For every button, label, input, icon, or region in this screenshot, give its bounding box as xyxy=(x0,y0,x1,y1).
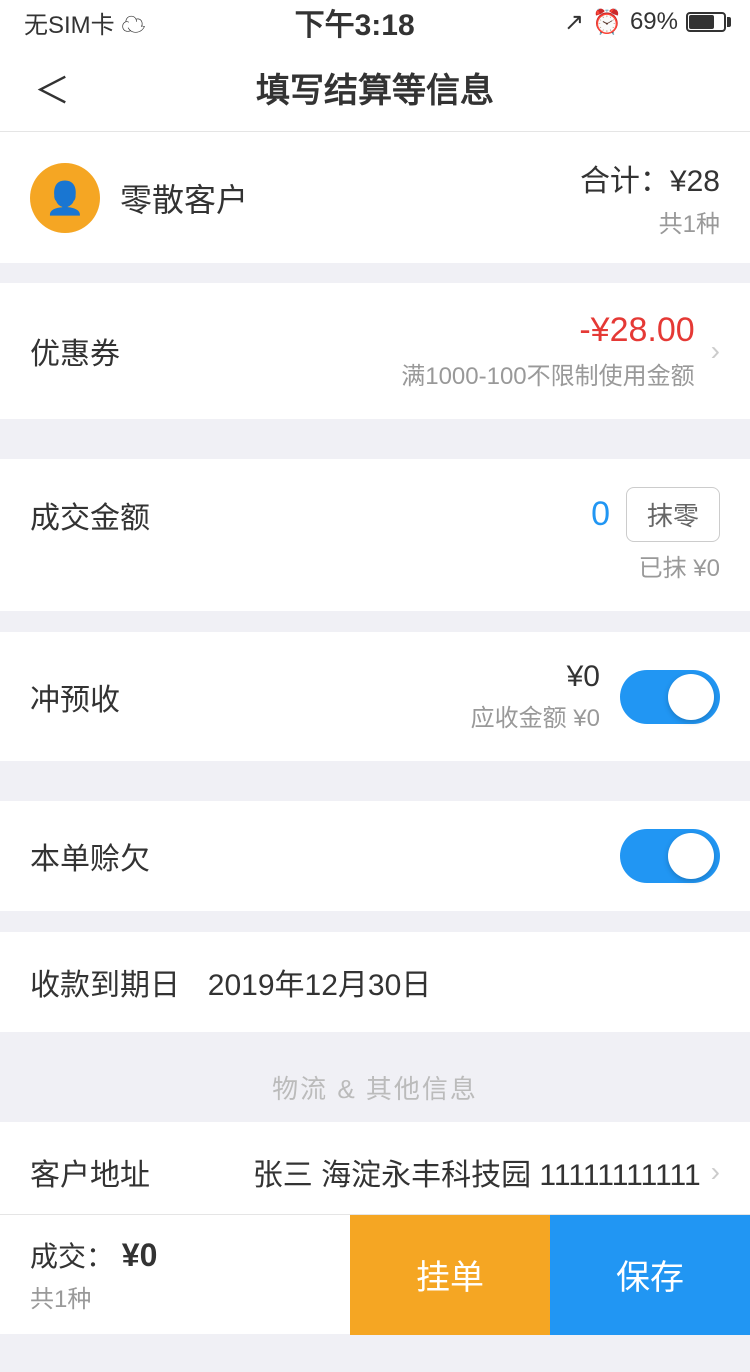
credit-toggle-knob xyxy=(668,833,714,879)
deal-amount-label: 成交金额 xyxy=(30,493,150,537)
total-amount: 合计：¥28 xyxy=(580,156,720,200)
status-time: 下午3:18 xyxy=(295,0,415,44)
status-left: 无SIM卡 ☁ xyxy=(24,5,145,40)
prepay-label: 冲预收 xyxy=(30,675,120,719)
coupon-row[interactable]: 优惠券 -¥28.00 满1000-100不限制使用金额 › xyxy=(0,283,750,419)
credit-label: 本单赊欠 xyxy=(30,834,150,878)
address-label: 客户地址 xyxy=(30,1150,150,1194)
nav-bar: ＜ 填写结算等信息 xyxy=(0,44,750,132)
coupon-section[interactable]: 优惠券 -¥28.00 满1000-100不限制使用金额 › xyxy=(0,283,750,419)
coupon-chevron-icon: › xyxy=(711,335,720,367)
prepay-sub: 应收金额 ¥0 xyxy=(471,698,600,733)
due-date-value: 2019年12月30日 xyxy=(208,969,431,1002)
hang-button[interactable]: 挂单 xyxy=(350,1215,550,1335)
toggle-knob xyxy=(668,674,714,720)
battery-percent: 69% xyxy=(630,8,678,36)
content: 👤 零散客户 合计：¥28 共1种 优惠券 -¥28.00 满1000-100不… xyxy=(0,132,750,1372)
logistics-divider: 物流 & 其他信息 xyxy=(0,1052,750,1122)
address-chevron-icon: › xyxy=(711,1156,720,1188)
alarm-icon: ⏰ xyxy=(592,8,622,37)
save-button[interactable]: 保存 xyxy=(550,1215,750,1335)
deal-amount-input[interactable] xyxy=(510,495,610,534)
bottom-deal-label: 成交： xyxy=(30,1241,114,1272)
deal-amount-sub: 已抹 ¥0 xyxy=(30,548,720,583)
avatar: 👤 xyxy=(30,163,100,233)
prepay-toggle[interactable] xyxy=(620,670,720,724)
deal-amount-top: 成交金额 抹零 xyxy=(30,487,720,542)
logistics-label: 物流 & 其他信息 xyxy=(272,1069,478,1106)
sim-status: 无SIM卡 ☁ xyxy=(24,5,145,40)
bottom-count: 共1种 xyxy=(30,1279,320,1314)
prepay-right: ¥0 应收金额 ¥0 xyxy=(471,660,720,733)
due-date-label: 收款到期日 xyxy=(30,969,180,1002)
page-title: 填写结算等信息 xyxy=(256,63,494,112)
bottom-deal-amount: ¥0 xyxy=(122,1237,158,1273)
location-icon: ↗ xyxy=(564,8,584,37)
address-right: 张三 海淀永丰科技园 11111111111 › xyxy=(253,1150,720,1194)
credit-toggle[interactable] xyxy=(620,829,720,883)
avatar-char: 👤 xyxy=(45,179,85,217)
total-count: 共1种 xyxy=(580,204,720,239)
coupon-subtext: 满1000-100不限制使用金额 xyxy=(401,356,694,391)
prepay-amount: ¥0 xyxy=(471,660,600,694)
customer-left: 👤 零散客户 xyxy=(30,163,248,233)
status-right: ↗ ⏰ 69% xyxy=(564,8,726,37)
prepay-amount-info: ¥0 应收金额 ¥0 xyxy=(471,660,600,733)
due-date-section: 收款到期日 2019年12月30日 xyxy=(0,931,750,1032)
credit-section: 本单赊欠 xyxy=(0,801,750,911)
battery-icon xyxy=(686,12,726,32)
bottom-info: 成交： ¥0 共1种 xyxy=(0,1235,350,1314)
back-button[interactable]: ＜ xyxy=(24,52,80,124)
customer-name: 零散客户 xyxy=(120,175,248,221)
status-bar: 无SIM卡 ☁ 下午3:18 ↗ ⏰ 69% xyxy=(0,0,750,44)
round-zero-button[interactable]: 抹零 xyxy=(626,487,720,542)
divider-1 xyxy=(0,439,750,459)
deal-amount-controls: 抹零 xyxy=(510,487,720,542)
deal-amount-section: 成交金额 抹零 已抹 ¥0 xyxy=(0,459,750,612)
prepay-section: 冲预收 ¥0 应收金额 ¥0 xyxy=(0,632,750,761)
divider-2 xyxy=(0,781,750,801)
customer-row: 👤 零散客户 合计：¥28 共1种 xyxy=(0,132,750,263)
coupon-info: -¥28.00 满1000-100不限制使用金额 xyxy=(401,311,694,391)
coupon-discount: -¥28.00 xyxy=(401,311,694,350)
coupon-label: 优惠券 xyxy=(30,329,120,373)
address-section[interactable]: 客户地址 张三 海淀永丰科技园 11111111111 › xyxy=(0,1122,750,1222)
customer-right: 合计：¥28 共1种 xyxy=(580,156,720,239)
coupon-right: -¥28.00 满1000-100不限制使用金额 › xyxy=(401,311,720,391)
bottom-deal-row: 成交： ¥0 xyxy=(30,1235,320,1275)
address-value: 张三 海淀永丰科技园 11111111111 xyxy=(253,1150,701,1194)
bottom-bar: 成交： ¥0 共1种 挂单 保存 xyxy=(0,1214,750,1334)
